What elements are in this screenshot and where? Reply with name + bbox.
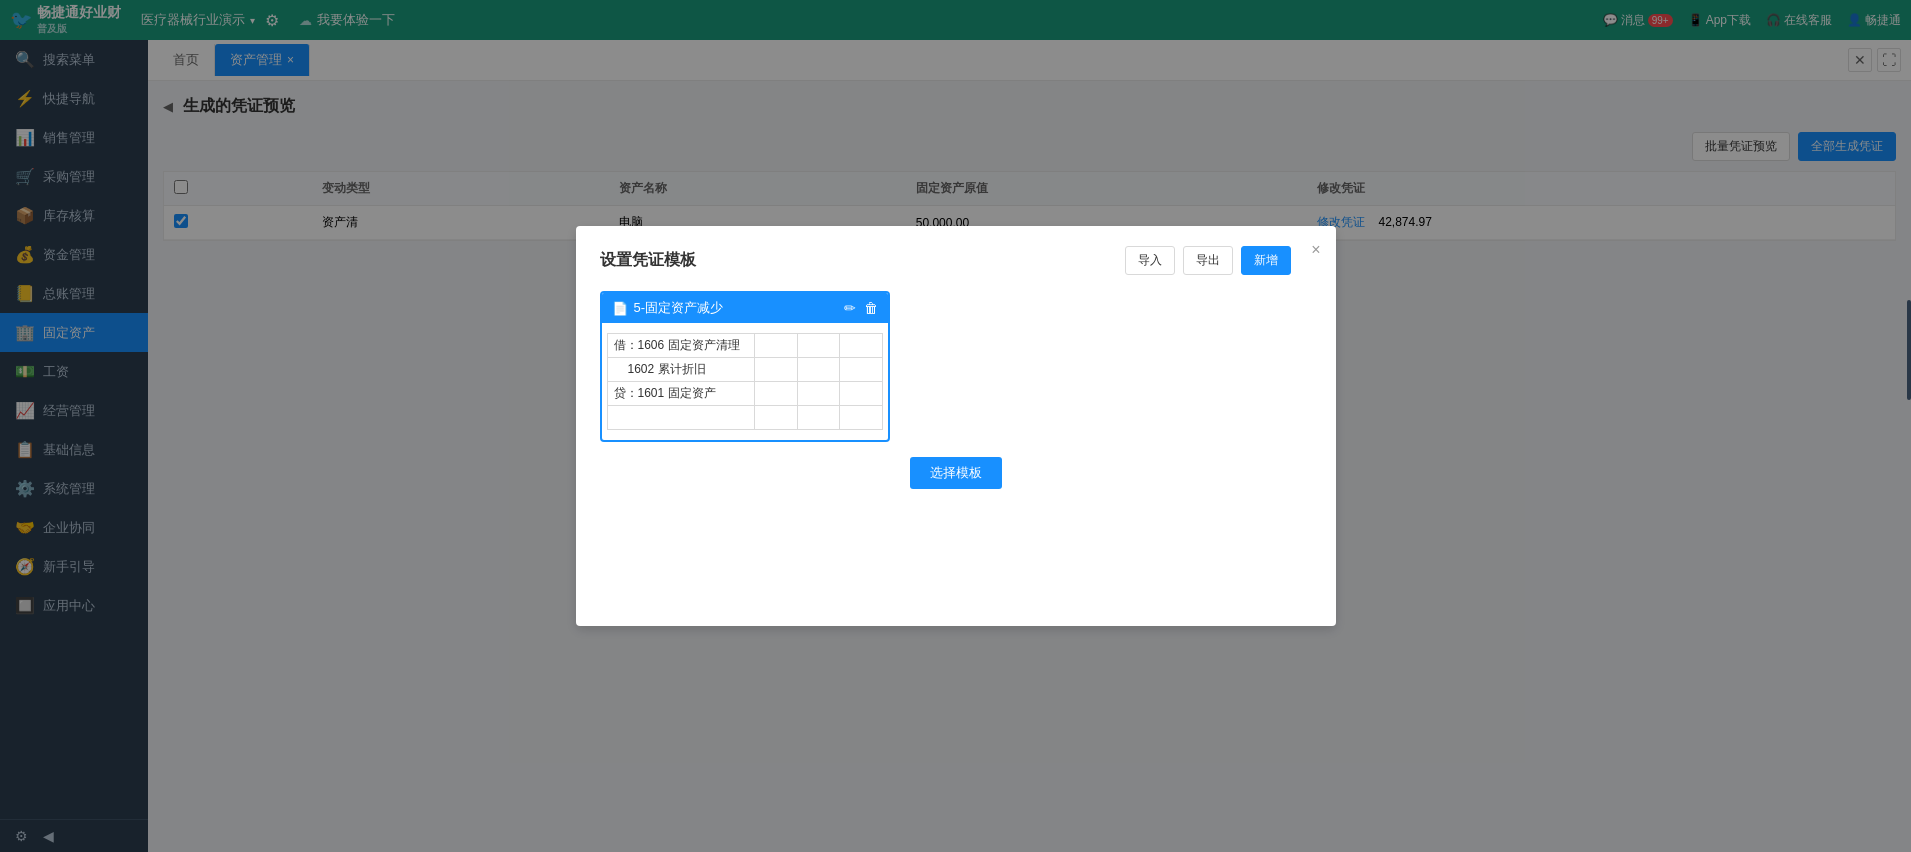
modal-close-button[interactable]: ×	[1311, 241, 1320, 259]
debit-subrow: 1602 累计折旧	[607, 358, 755, 382]
import-button[interactable]: 导入	[1125, 246, 1175, 275]
debit-label: 借：1606 固定资产清理	[607, 334, 755, 358]
modal-dialog: 设置凭证模板 × 导入 导出 新增 📄 5-固定资产减少 ✏ 🗑	[576, 226, 1336, 626]
template-delete-icon[interactable]: 🗑	[864, 300, 878, 316]
modal-overlay: 设置凭证模板 × 导入 导出 新增 📄 5-固定资产减少 ✏ 🗑	[0, 0, 1911, 852]
template-credit-row: 贷：1601 固定资产	[607, 382, 882, 406]
template-card: 📄 5-固定资产减少 ✏ 🗑 借：1606 固定资产清理	[600, 291, 890, 442]
new-template-button[interactable]: 新增	[1241, 246, 1291, 275]
template-edit-icon[interactable]: ✏	[844, 300, 856, 316]
template-empty-row	[607, 406, 882, 430]
template-debit-row-2: 1602 累计折旧	[607, 358, 882, 382]
export-button[interactable]: 导出	[1183, 246, 1233, 275]
credit-label: 贷：1601 固定资产	[607, 382, 755, 406]
template-debit-row-1: 借：1606 固定资产清理	[607, 334, 882, 358]
select-template-button[interactable]: 选择模板	[910, 457, 1002, 489]
template-name: 5-固定资产减少	[634, 299, 724, 317]
template-doc-icon: 📄	[612, 301, 628, 316]
modal-title: 设置凭证模板	[600, 250, 696, 271]
